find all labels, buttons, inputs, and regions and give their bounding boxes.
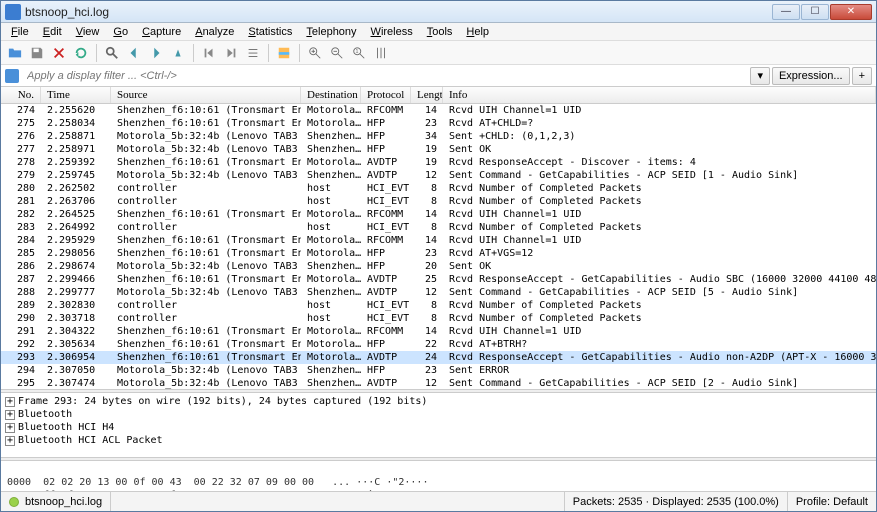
zoom-reset-icon[interactable]: 1 — [349, 43, 369, 63]
reload-icon[interactable] — [71, 43, 91, 63]
close-file-icon[interactable] — [49, 43, 69, 63]
menu-help[interactable]: Help — [460, 25, 495, 39]
auto-scroll-icon[interactable] — [243, 43, 263, 63]
menu-analyze[interactable]: Analyze — [189, 25, 240, 39]
hex-ascii: ... ···C ·"2···· — [332, 477, 428, 488]
tree-item[interactable]: +Bluetooth HCI H4 — [5, 421, 872, 434]
zoom-out-icon[interactable] — [327, 43, 347, 63]
packet-row[interactable]: 2882.299777Motorola_5b:32:4b (Lenovo TAB… — [1, 286, 876, 299]
expand-icon[interactable]: + — [5, 436, 15, 446]
menu-edit[interactable]: Edit — [37, 25, 68, 39]
packet-list[interactable]: No. Time Source Destination Protocol Len… — [1, 87, 876, 389]
open-icon[interactable] — [5, 43, 25, 63]
packet-row[interactable]: 2912.304322Shenzhen_f6:10:61 (Tronsmart … — [1, 325, 876, 338]
save-icon[interactable] — [27, 43, 47, 63]
colorize-icon[interactable] — [274, 43, 294, 63]
packet-row[interactable]: 2812.263706controllerhostHCI_EVT8Rcvd Nu… — [1, 195, 876, 208]
col-time[interactable]: Time — [41, 87, 111, 103]
tree-item[interactable]: +Bluetooth — [5, 408, 872, 421]
packet-row[interactable]: 2802.262502controllerhostHCI_EVT8Rcvd Nu… — [1, 182, 876, 195]
packet-row[interactable]: 2772.258971Motorola_5b:32:4b (Lenovo TAB… — [1, 143, 876, 156]
hex-offset: 0000 — [7, 477, 31, 488]
menu-telephony[interactable]: Telephony — [300, 25, 362, 39]
packet-row[interactable]: 2892.302830controllerhostHCI_EVT8Rcvd Nu… — [1, 299, 876, 312]
menu-capture[interactable]: Capture — [136, 25, 187, 39]
minimize-button[interactable]: — — [772, 4, 800, 20]
packet-row[interactable]: 2852.298056Shenzhen_f6:10:61 (Tronsmart … — [1, 247, 876, 260]
go-back-icon[interactable] — [124, 43, 144, 63]
status-file: btsnoop_hci.log — [25, 496, 102, 508]
packet-row[interactable]: 2942.307050Motorola_5b:32:4b (Lenovo TAB… — [1, 364, 876, 377]
packet-row[interactable]: 2872.299466Shenzhen_f6:10:61 (Tronsmart … — [1, 273, 876, 286]
resize-cols-icon[interactable] — [371, 43, 391, 63]
packet-row[interactable]: 2842.295929Shenzhen_f6:10:61 (Tronsmart … — [1, 234, 876, 247]
col-proto[interactable]: Protocol — [361, 87, 411, 103]
packet-list-header: No. Time Source Destination Protocol Len… — [1, 87, 876, 104]
packet-row[interactable]: 2932.306954Shenzhen_f6:10:61 (Tronsmart … — [1, 351, 876, 364]
toolbar: 1 — [1, 41, 876, 65]
packet-row[interactable]: 2952.307474Motorola_5b:32:4b (Lenovo TAB… — [1, 377, 876, 389]
jump-icon[interactable] — [168, 43, 188, 63]
packet-row[interactable]: 2822.264525Shenzhen_f6:10:61 (Tronsmart … — [1, 208, 876, 221]
display-filter-input[interactable] — [23, 68, 746, 84]
status-profile[interactable]: Profile: Default — [788, 492, 876, 511]
status-bar: btsnoop_hci.log Packets: 2535 · Displaye… — [1, 491, 876, 511]
col-source[interactable]: Source — [111, 87, 301, 103]
titlebar: btsnoop_hci.log — ☐ ✕ — [1, 1, 876, 23]
add-filter-button[interactable]: + — [852, 67, 872, 85]
packet-row[interactable]: 2862.298674Motorola_5b:32:4b (Lenovo TAB… — [1, 260, 876, 273]
menu-wireless[interactable]: Wireless — [365, 25, 419, 39]
expand-icon[interactable]: + — [5, 410, 15, 420]
col-dest[interactable]: Destination — [301, 87, 361, 103]
col-info[interactable]: Info — [443, 87, 876, 103]
menu-file[interactable]: File — [5, 25, 35, 39]
packet-details[interactable]: +Frame 293: 24 bytes on wire (192 bits),… — [1, 393, 876, 457]
packet-row[interactable]: 2922.305634Shenzhen_f6:10:61 (Tronsmart … — [1, 338, 876, 351]
app-icon — [5, 4, 21, 20]
bookmark-icon[interactable] — [5, 69, 19, 83]
packet-row[interactable]: 2792.259745Motorola_5b:32:4b (Lenovo TAB… — [1, 169, 876, 182]
packet-row[interactable]: 2782.259392Shenzhen_f6:10:61 (Tronsmart … — [1, 156, 876, 169]
find-icon[interactable] — [102, 43, 122, 63]
menu-view[interactable]: View — [70, 25, 106, 39]
packet-bytes[interactable]: 0000 02 02 20 13 00 0f 00 43 00 22 32 07… — [1, 461, 876, 491]
packet-row[interactable]: 2762.258871Motorola_5b:32:4b (Lenovo TAB… — [1, 130, 876, 143]
go-first-icon[interactable] — [199, 43, 219, 63]
col-no[interactable]: No. — [1, 87, 41, 103]
go-forward-icon[interactable] — [146, 43, 166, 63]
expert-info-icon[interactable] — [9, 497, 19, 507]
packet-row[interactable]: 2742.255620Shenzhen_f6:10:61 (Tronsmart … — [1, 104, 876, 117]
hex-bytes: 02 02 20 13 00 0f 00 43 00 22 32 07 09 0… — [43, 477, 314, 488]
menubar: FileEditViewGoCaptureAnalyzeStatisticsTe… — [1, 23, 876, 41]
expression-button[interactable]: Expression... — [772, 67, 850, 85]
window-title: btsnoop_hci.log — [25, 5, 772, 19]
maximize-button[interactable]: ☐ — [801, 4, 829, 20]
svg-text:1: 1 — [356, 49, 359, 55]
expand-icon[interactable]: + — [5, 397, 15, 407]
apply-filter-button[interactable]: ▾ — [750, 67, 770, 85]
close-button[interactable]: ✕ — [830, 4, 872, 20]
packet-row[interactable]: 2902.303718controllerhostHCI_EVT8Rcvd Nu… — [1, 312, 876, 325]
tree-item[interactable]: +Bluetooth HCI ACL Packet — [5, 434, 872, 447]
go-last-icon[interactable] — [221, 43, 241, 63]
packet-row[interactable]: 2832.264992controllerhostHCI_EVT8Rcvd Nu… — [1, 221, 876, 234]
zoom-in-icon[interactable] — [305, 43, 325, 63]
filter-bar: ▾ Expression... + — [1, 65, 876, 87]
tree-item[interactable]: +Frame 293: 24 bytes on wire (192 bits),… — [5, 395, 872, 408]
menu-statistics[interactable]: Statistics — [242, 25, 298, 39]
packet-row[interactable]: 2752.258034Shenzhen_f6:10:61 (Tronsmart … — [1, 117, 876, 130]
expand-icon[interactable]: + — [5, 423, 15, 433]
menu-go[interactable]: Go — [107, 25, 134, 39]
status-packets: Packets: 2535 · Displayed: 2535 (100.0%) — [565, 492, 788, 511]
menu-tools[interactable]: Tools — [421, 25, 459, 39]
col-len[interactable]: Length — [411, 87, 443, 103]
